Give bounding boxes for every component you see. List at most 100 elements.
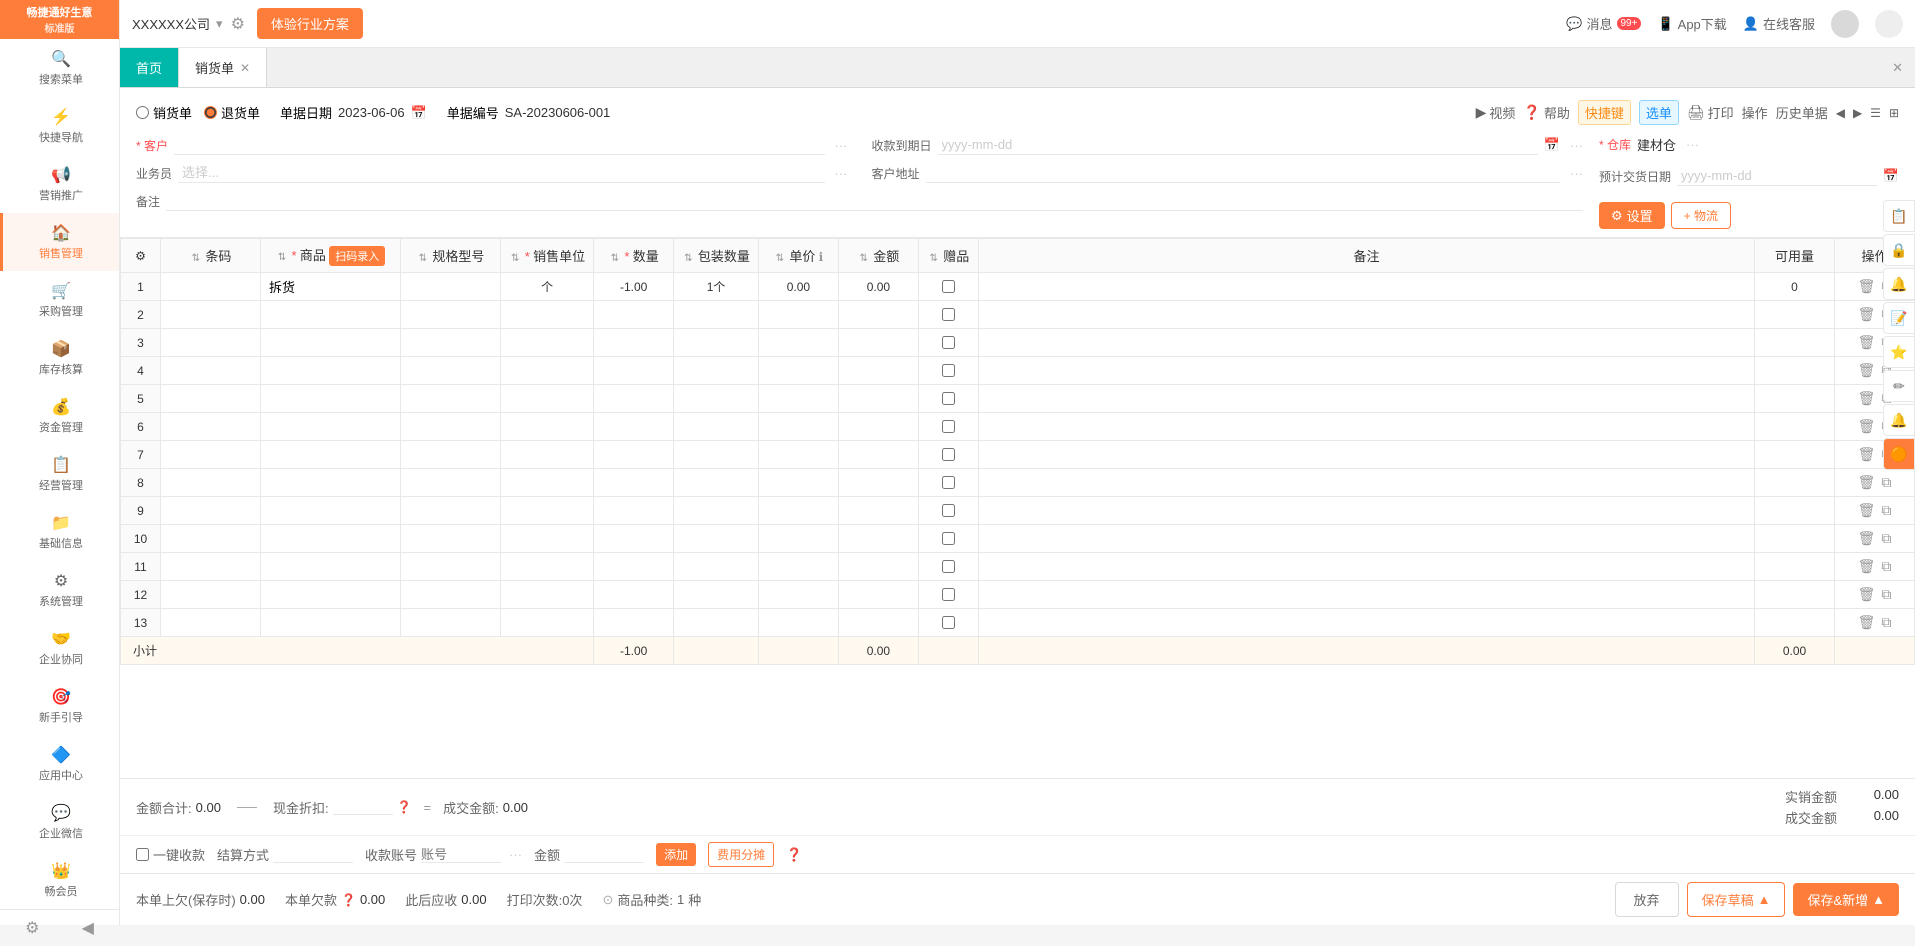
delete-icon[interactable]: 🗑 xyxy=(1858,446,1876,463)
radio-sale-input[interactable] xyxy=(136,106,149,119)
sidebar-item-sales[interactable]: 🏠 销售管理 xyxy=(0,213,119,271)
row-remark[interactable] xyxy=(978,329,1754,357)
shortcut-btn[interactable]: 快捷键 xyxy=(1578,100,1631,125)
customer-more-icon[interactable]: ··· xyxy=(835,138,848,153)
sidebar-item-operations[interactable]: 📋 经营管理 xyxy=(0,445,119,503)
sort-icon[interactable]: ⇅ xyxy=(611,253,619,264)
row-price[interactable] xyxy=(758,413,838,441)
row-remark[interactable] xyxy=(978,581,1754,609)
row-barcode[interactable] xyxy=(161,525,261,553)
float-btn-4[interactable]: 📝 xyxy=(1883,302,1915,334)
salesperson-more-icon[interactable]: ··· xyxy=(835,166,848,181)
spec-input[interactable] xyxy=(409,587,492,602)
row-remark[interactable] xyxy=(978,497,1754,525)
barcode-input[interactable] xyxy=(169,419,252,434)
row-gift[interactable] xyxy=(918,273,978,301)
message-btn[interactable]: 💬 消息 99+ xyxy=(1566,14,1641,33)
copy-icon[interactable]: ⧉ xyxy=(1881,530,1891,547)
row-barcode[interactable] xyxy=(161,385,261,413)
float-btn-2[interactable]: 🔒 xyxy=(1883,234,1915,266)
row-spec[interactable] xyxy=(401,357,501,385)
float-btn-5[interactable]: ⭐ xyxy=(1883,336,1915,368)
delete-icon[interactable]: 🗑 xyxy=(1858,278,1876,295)
row-price[interactable] xyxy=(758,497,838,525)
remark-input[interactable] xyxy=(987,587,1746,602)
row-unit[interactable] xyxy=(501,413,594,441)
row-remark[interactable] xyxy=(978,273,1754,301)
account-more-icon[interactable]: ··· xyxy=(509,847,522,862)
sidebar-item-enterprise[interactable]: 🤝 企业协同 xyxy=(0,619,119,677)
delete-icon[interactable]: 🗑 xyxy=(1858,362,1876,379)
sidebar-item-purchase[interactable]: 🛒 采购管理 xyxy=(0,271,119,329)
row-qty[interactable] xyxy=(594,525,674,553)
one-click-pay-checkbox[interactable]: 一键收款 xyxy=(136,845,205,864)
row-price[interactable] xyxy=(758,581,838,609)
action-btn[interactable]: 操作 xyxy=(1742,103,1768,122)
row-gift[interactable] xyxy=(918,581,978,609)
row-unit[interactable] xyxy=(501,301,594,329)
row-unit[interactable] xyxy=(501,441,594,469)
row-qty[interactable] xyxy=(594,301,674,329)
barcode-input[interactable] xyxy=(169,587,252,602)
save-draft-button[interactable]: 保存草稿 ▲ xyxy=(1687,882,1786,917)
remark-input[interactable] xyxy=(987,447,1746,462)
product-input[interactable] xyxy=(269,475,392,490)
row-spec[interactable] xyxy=(401,329,501,357)
row-unit[interactable] xyxy=(501,385,594,413)
remark-input[interactable] xyxy=(987,419,1746,434)
spec-input[interactable] xyxy=(409,531,492,546)
row-remark[interactable] xyxy=(978,469,1754,497)
price-info-icon[interactable]: ℹ xyxy=(819,250,824,264)
sort-icon[interactable]: ⇅ xyxy=(860,253,868,264)
copy-icon[interactable]: ⧉ xyxy=(1881,502,1891,519)
row-qty[interactable]: -1.00 xyxy=(594,273,674,301)
sidebar-collapse-btn[interactable]: ◀ xyxy=(82,918,94,938)
row-barcode[interactable] xyxy=(161,441,261,469)
row-amount[interactable] xyxy=(838,441,918,469)
row-amount[interactable] xyxy=(838,329,918,357)
print-btn[interactable]: 🖨 打印 xyxy=(1687,103,1734,122)
spec-input[interactable] xyxy=(409,475,492,490)
spec-input[interactable] xyxy=(409,559,492,574)
float-btn-orange[interactable]: 🟠 xyxy=(1883,438,1915,470)
row-spec[interactable] xyxy=(401,553,501,581)
row-product[interactable] xyxy=(261,525,401,553)
payment-method-input[interactable] xyxy=(273,847,353,863)
product-input[interactable] xyxy=(269,503,392,518)
row-remark[interactable] xyxy=(978,357,1754,385)
remark-input[interactable] xyxy=(987,615,1746,630)
row-product[interactable] xyxy=(261,553,401,581)
row-spec[interactable] xyxy=(401,609,501,637)
row-amount[interactable] xyxy=(838,525,918,553)
row-gift[interactable] xyxy=(918,609,978,637)
discard-button[interactable]: 放弃 xyxy=(1615,882,1679,917)
tab-close-icon[interactable]: ✕ xyxy=(240,61,250,75)
history-btn[interactable]: 历史单据 xyxy=(1776,103,1828,122)
row-price[interactable] xyxy=(758,357,838,385)
gift-checkbox[interactable] xyxy=(942,420,955,433)
product-input[interactable] xyxy=(269,447,392,462)
row-spec[interactable] xyxy=(401,273,501,301)
gift-checkbox[interactable] xyxy=(942,532,955,545)
row-barcode[interactable] xyxy=(161,273,261,301)
row-qty[interactable] xyxy=(594,469,674,497)
row-pkgqty[interactable] xyxy=(674,553,759,581)
row-pkgqty[interactable] xyxy=(674,441,759,469)
payment-more-icon[interactable]: ··· xyxy=(1570,138,1583,153)
delete-icon[interactable]: 🗑 xyxy=(1858,614,1876,631)
row-product[interactable] xyxy=(261,357,401,385)
barcode-input[interactable] xyxy=(169,615,252,630)
row-qty[interactable] xyxy=(594,441,674,469)
row-price[interactable] xyxy=(758,441,838,469)
row-product[interactable] xyxy=(261,497,401,525)
row-pkgqty[interactable] xyxy=(674,385,759,413)
row-amount[interactable] xyxy=(838,385,918,413)
row-pkgqty[interactable] xyxy=(674,581,759,609)
delete-icon[interactable]: 🗑 xyxy=(1858,502,1876,519)
sidebar-item-system[interactable]: ⚙ 系统管理 xyxy=(0,561,119,619)
row-remark[interactable] xyxy=(978,525,1754,553)
sort-icon[interactable]: ⇅ xyxy=(278,252,286,263)
add-payment-btn[interactable]: 添加 xyxy=(656,843,696,866)
row-barcode[interactable] xyxy=(161,413,261,441)
row-pkgqty[interactable] xyxy=(674,469,759,497)
